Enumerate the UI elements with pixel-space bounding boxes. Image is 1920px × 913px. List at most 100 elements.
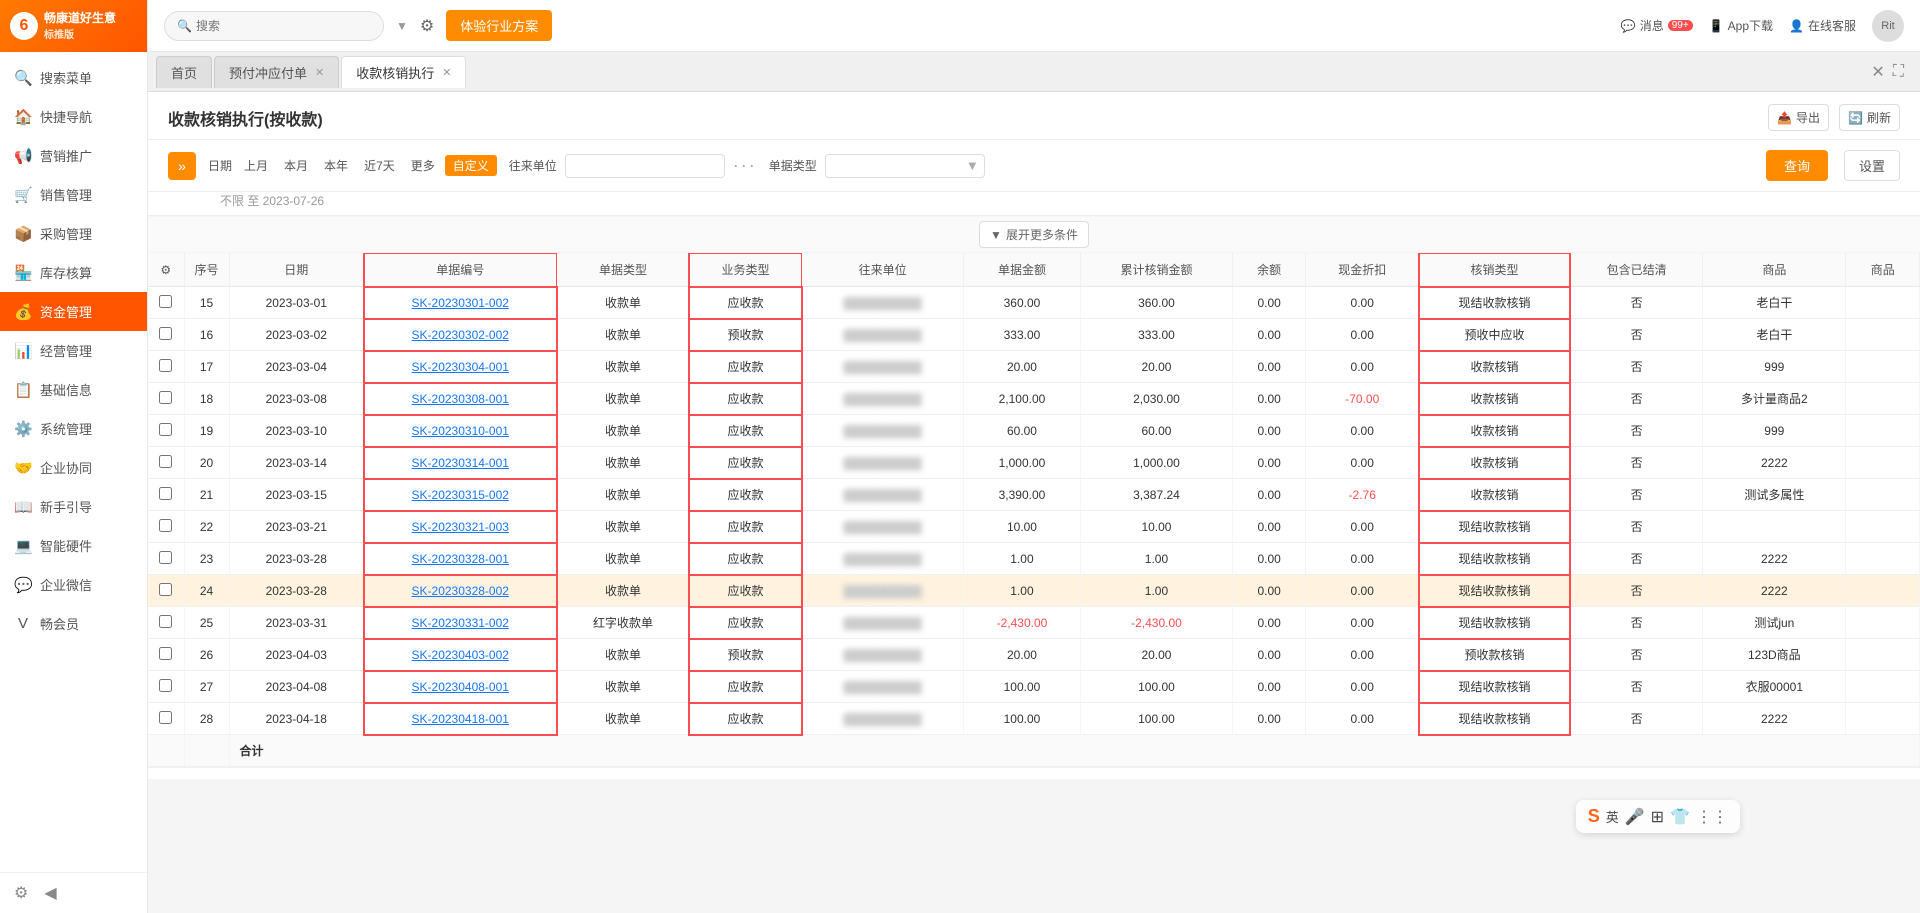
user-avatar[interactable]: Rit: [1872, 10, 1904, 42]
sidebar-item-guide[interactable]: 📖新手引导: [0, 487, 147, 526]
td-checkbox[interactable]: [148, 511, 184, 543]
doc-type-select[interactable]: [825, 154, 985, 178]
sidebar-item-sales[interactable]: 🛒销售管理: [0, 175, 147, 214]
td-biz-type: 应收款: [689, 511, 802, 543]
online-service-action[interactable]: 👤 在线客服: [1789, 17, 1856, 34]
doc-no-link[interactable]: SK-20230328-002: [412, 584, 509, 598]
sidebar-item-marketing[interactable]: 📢营销推广: [0, 136, 147, 175]
sidebar-item-finance[interactable]: 💰资金管理: [0, 292, 147, 331]
row-checkbox[interactable]: [159, 519, 172, 532]
sidebar-item-member[interactable]: V畅会员: [0, 604, 147, 643]
date-opt-custom[interactable]: 自定义: [445, 155, 497, 176]
partner-input[interactable]: [565, 154, 725, 178]
sidebar-item-hardware[interactable]: 💻智能硬件: [0, 526, 147, 565]
filter-toggle-button[interactable]: »: [168, 152, 196, 180]
gear-icon[interactable]: ⚙: [420, 16, 434, 36]
td-checkbox[interactable]: [148, 287, 184, 319]
doc-no-link[interactable]: SK-20230418-001: [412, 712, 509, 726]
td-checkbox[interactable]: [148, 671, 184, 703]
sidebar-item-wechat[interactable]: 💬企业微信: [0, 565, 147, 604]
td-cancel-amount: -2,430.00: [1081, 607, 1233, 639]
collapse-icon[interactable]: ◀: [44, 883, 56, 903]
row-checkbox[interactable]: [159, 423, 172, 436]
td-checkbox[interactable]: [148, 639, 184, 671]
tab-prepay-receipt[interactable]: 预付冲应付单 ✕: [214, 56, 339, 88]
row-checkbox[interactable]: [159, 391, 172, 404]
row-checkbox[interactable]: [159, 647, 172, 660]
row-checkbox[interactable]: [159, 295, 172, 308]
export-button[interactable]: 📤 导出: [1768, 104, 1829, 131]
row-checkbox[interactable]: [159, 487, 172, 500]
row-checkbox[interactable]: [159, 359, 172, 372]
row-checkbox[interactable]: [159, 455, 172, 468]
doc-no-link[interactable]: SK-20230315-002: [412, 488, 509, 502]
close-tab-button[interactable]: ✕: [1871, 62, 1884, 82]
row-checkbox[interactable]: [159, 679, 172, 692]
search-input[interactable]: [196, 19, 371, 33]
row-checkbox[interactable]: [159, 615, 172, 628]
industry-solution-button[interactable]: 体验行业方案: [446, 10, 552, 41]
doc-no-link[interactable]: SK-20230328-001: [412, 552, 509, 566]
date-opt-this-year[interactable]: 本年: [318, 155, 354, 176]
td-checkbox[interactable]: [148, 447, 184, 479]
refresh-button[interactable]: 🔄 刷新: [1839, 104, 1900, 131]
date-opt-this-month[interactable]: 本月: [278, 155, 314, 176]
row-checkbox[interactable]: [159, 551, 172, 564]
sidebar-item-operations[interactable]: 📊经营管理: [0, 331, 147, 370]
tab-prepay-close-icon[interactable]: ✕: [315, 66, 324, 79]
th-no: 序号: [184, 253, 229, 287]
doc-no-link[interactable]: SK-20230308-001: [412, 392, 509, 406]
query-button[interactable]: 查询: [1766, 150, 1828, 181]
doc-no-link[interactable]: SK-20230321-003: [412, 520, 509, 534]
doc-no-link[interactable]: SK-20230304-001: [412, 360, 509, 374]
td-checkbox[interactable]: [148, 319, 184, 351]
messages-action[interactable]: 💬 消息 99+: [1621, 17, 1693, 34]
tab-receipt-cancel-close-icon[interactable]: ✕: [442, 66, 451, 79]
td-doc-no: SK-20230315-002: [364, 479, 557, 511]
sidebar-item-quick-nav[interactable]: 🏠快捷导航: [0, 97, 147, 136]
td-checkbox[interactable]: [148, 575, 184, 607]
sidebar-item-search-menu[interactable]: 🔍搜索菜单: [0, 58, 147, 97]
row-checkbox[interactable]: [159, 711, 172, 724]
row-checkbox[interactable]: [159, 327, 172, 340]
doc-no-link[interactable]: SK-20230310-001: [412, 424, 509, 438]
table-settings-icon[interactable]: ⚙: [160, 263, 171, 277]
settings-icon[interactable]: ⚙: [14, 883, 28, 903]
td-checkbox[interactable]: [148, 383, 184, 415]
row-checkbox[interactable]: [159, 583, 172, 596]
date-opt-7days[interactable]: 近7天: [358, 155, 401, 176]
tab-receipt-cancel[interactable]: 收款核销执行 ✕: [341, 56, 466, 88]
td-checkbox[interactable]: [148, 415, 184, 447]
td-checkbox[interactable]: [148, 607, 184, 639]
doc-no-link[interactable]: SK-20230314-001: [412, 456, 509, 470]
date-opt-more[interactable]: 更多: [405, 155, 441, 176]
tab-home[interactable]: 首页: [156, 56, 212, 88]
search-icon: 🔍: [177, 19, 192, 33]
sidebar-item-basic-info[interactable]: 📋基础信息: [0, 370, 147, 409]
dropdown-arrow-icon[interactable]: ▼: [396, 19, 408, 33]
doc-no-link[interactable]: SK-20230403-002: [412, 648, 509, 662]
doc-no-link[interactable]: SK-20230302-002: [412, 328, 509, 342]
expand-tab-button[interactable]: ⛶: [1893, 62, 1904, 82]
td-checkbox[interactable]: [148, 703, 184, 735]
sidebar-item-enterprise[interactable]: 🤝企业协同: [0, 448, 147, 487]
td-checkbox[interactable]: [148, 543, 184, 575]
sidebar-item-purchase[interactable]: 📦采购管理: [0, 214, 147, 253]
app-download-action[interactable]: 📱 App下载: [1709, 17, 1773, 34]
doc-no-link[interactable]: SK-20230331-002: [412, 616, 509, 630]
expand-more-button[interactable]: ▼ 展开更多条件: [979, 221, 1089, 248]
table-scrollbar[interactable]: [148, 767, 1920, 779]
td-checkbox[interactable]: [148, 479, 184, 511]
date-opt-last-month[interactable]: 上月: [238, 155, 274, 176]
doc-no-link[interactable]: SK-20230301-002: [412, 296, 509, 310]
message-icon: 💬: [1621, 19, 1636, 33]
td-checkbox[interactable]: [148, 351, 184, 383]
th-settings[interactable]: ⚙: [148, 253, 184, 287]
settings-button[interactable]: 设置: [1844, 150, 1900, 181]
td-no: 18: [184, 383, 229, 415]
th-include-settled: 包含已结清: [1570, 253, 1702, 287]
sidebar-item-sys-mgmt[interactable]: ⚙️系统管理: [0, 409, 147, 448]
sidebar-item-inventory[interactable]: 🏪库存核算: [0, 253, 147, 292]
doc-no-link[interactable]: SK-20230408-001: [412, 680, 509, 694]
th-amount: 单据金额: [963, 253, 1080, 287]
